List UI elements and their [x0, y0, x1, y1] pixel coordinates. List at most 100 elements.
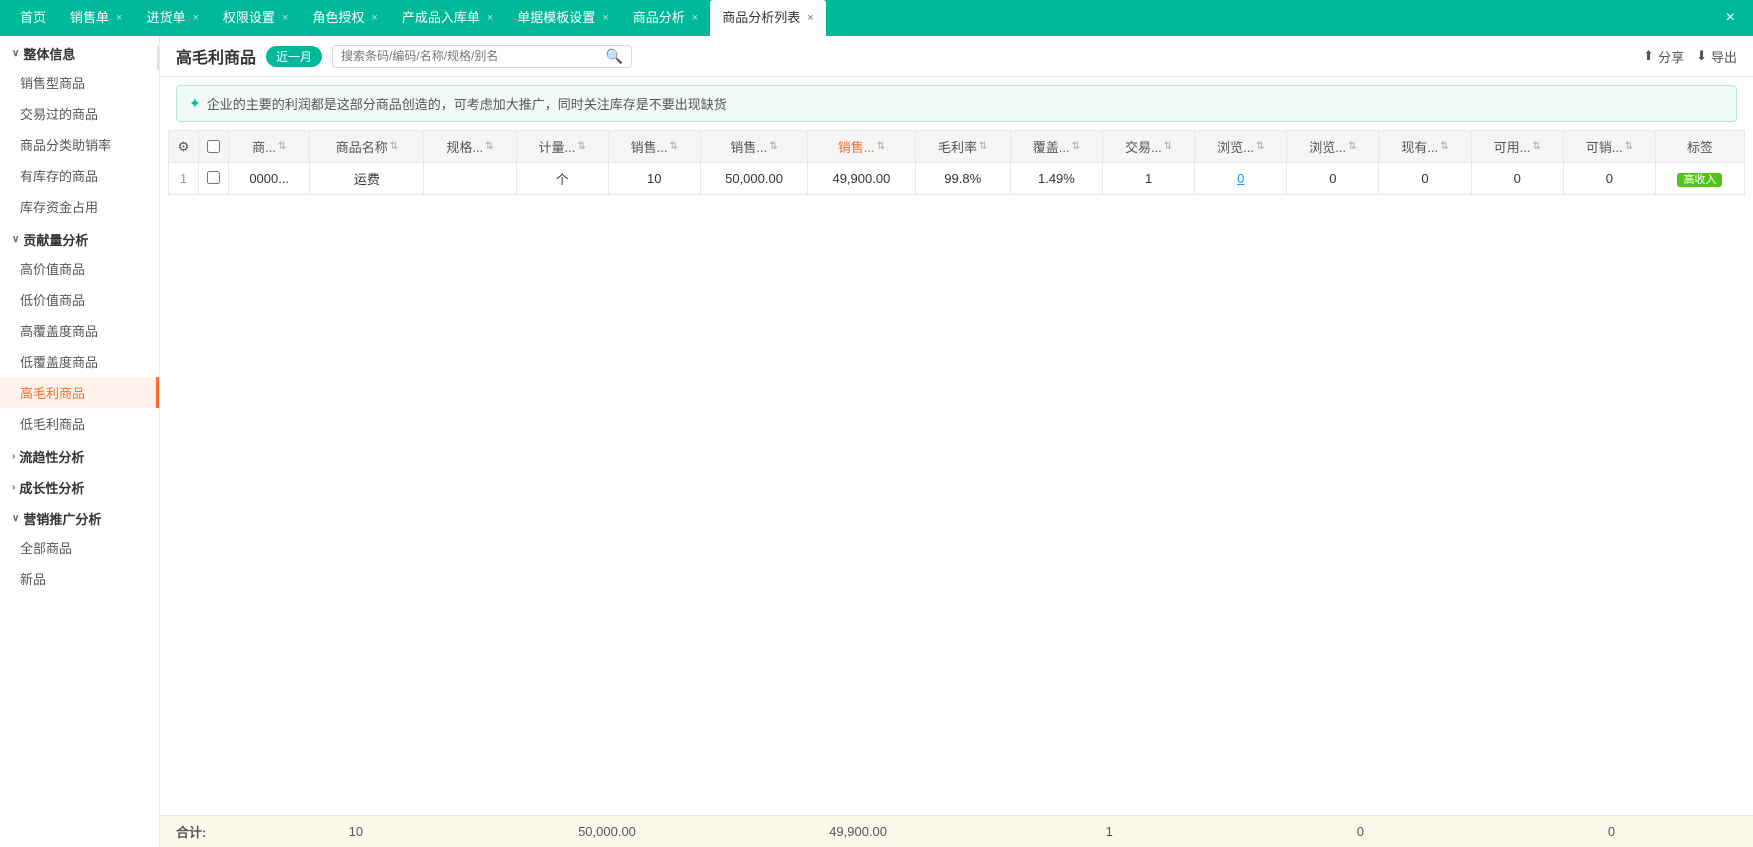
sidebar-group-trend[interactable]: › 流趋性分析	[0, 439, 159, 470]
cell-code: 0000...	[229, 163, 310, 195]
footer-cells: 10 50,000.00 49,900.00 1 0 0	[230, 824, 1737, 839]
sidebar-group-growth[interactable]: › 成长性分析	[0, 470, 159, 501]
th-available[interactable]: 可用... ⇅	[1471, 131, 1563, 163]
nav-analysis-close[interactable]: ×	[692, 0, 698, 36]
th-current[interactable]: 现有... ⇅	[1379, 131, 1471, 163]
sort-coverage-icon[interactable]: ⇅	[1072, 141, 1080, 152]
th-settings[interactable]: ⚙	[169, 131, 199, 163]
nav-role-close[interactable]: ×	[371, 0, 377, 36]
nav-product-in[interactable]: 产成品入库单 ×	[390, 0, 505, 36]
nav-purchase-close[interactable]: ×	[192, 0, 198, 36]
cell-index: 1	[169, 163, 199, 195]
sort-sale-profit-icon[interactable]: ⇅	[877, 141, 885, 152]
sort-tx-icon[interactable]: ⇅	[1164, 141, 1172, 152]
sort-saleable-icon[interactable]: ⇅	[1625, 141, 1633, 152]
search-icon[interactable]: 🔍	[606, 48, 623, 65]
table-row: 1 0000... 运费 个 10 50,000.00 49,900.00 99…	[169, 163, 1745, 195]
cell-saleable: 0	[1563, 163, 1655, 195]
sidebar-item-in-stock[interactable]: 有库存的商品	[0, 160, 159, 191]
footer-bar: 合计: 10 50,000.00 49,900.00 1 0 0	[160, 815, 1753, 847]
nav-sales[interactable]: 销售单 ×	[58, 0, 134, 36]
sidebar-item-all-goods[interactable]: 全部商品	[0, 532, 159, 563]
th-name[interactable]: 商品名称 ⇅	[310, 131, 424, 163]
nav-analysis[interactable]: 商品分析 ×	[621, 0, 710, 36]
sidebar-item-sales-goods[interactable]: 销售型商品	[0, 67, 159, 98]
sort-unit-icon[interactable]: ⇅	[577, 141, 585, 152]
sort-available-icon[interactable]: ⇅	[1532, 141, 1540, 152]
sidebar-item-stock-fund[interactable]: 库存资金占用	[0, 191, 159, 222]
footer-sale-amt: 50,000.00	[481, 824, 732, 839]
nav-analysis-list[interactable]: 商品分析列表 ×	[710, 0, 825, 36]
search-input[interactable]	[341, 49, 602, 63]
nav-role[interactable]: 角色授权 ×	[300, 0, 389, 36]
sort-name-icon[interactable]: ⇅	[390, 141, 398, 152]
cell-unit: 个	[516, 163, 608, 195]
sidebar-item-high-coverage[interactable]: 高覆盖度商品	[0, 315, 159, 346]
th-coverage[interactable]: 覆盖... ⇅	[1010, 131, 1102, 163]
date-filter-button[interactable]: 近一月	[266, 46, 322, 67]
th-tx-count[interactable]: 交易... ⇅	[1103, 131, 1195, 163]
sort-code-icon[interactable]: ⇅	[278, 141, 286, 152]
footer-current: 0	[1486, 824, 1737, 839]
cell-checkbox[interactable]	[199, 163, 229, 195]
th-gross-rate[interactable]: 毛利率 ⇅	[915, 131, 1010, 163]
sort-sale-qty-icon[interactable]: ⇅	[669, 141, 677, 152]
cell-sale-profit: 49,900.00	[808, 163, 915, 195]
window-close-button[interactable]: ×	[1716, 9, 1745, 27]
share-icon: ⬆	[1643, 48, 1654, 64]
footer-browse2: 0	[1235, 824, 1486, 839]
export-button[interactable]: ⬇ 导出	[1696, 47, 1737, 66]
sidebar-group-overall[interactable]: ∨ 整体信息	[0, 36, 159, 67]
content-header: 高毛利商品 近一月 🔍 ⬆ 分享 ⬇ 导出	[160, 36, 1753, 77]
browse1-link[interactable]: 0	[1237, 171, 1244, 186]
nav-analysis-list-close[interactable]: ×	[807, 0, 813, 36]
nav-permission[interactable]: 权限设置 ×	[211, 0, 300, 36]
th-sale-qty[interactable]: 销售... ⇅	[608, 131, 700, 163]
nav-purchase[interactable]: 进货单 ×	[134, 0, 210, 36]
th-code[interactable]: 商... ⇅	[229, 131, 310, 163]
sidebar-group-marketing[interactable]: ∨ 营销推广分析	[0, 501, 159, 532]
share-button[interactable]: ⬆ 分享	[1643, 47, 1684, 66]
sidebar-item-traded-goods[interactable]: 交易过的商品	[0, 98, 159, 129]
footer-total-label: 合计:	[176, 822, 206, 841]
row-checkbox[interactable]	[207, 171, 220, 184]
sort-sale-amt-icon[interactable]: ⇅	[769, 141, 777, 152]
th-browse2[interactable]: 浏览... ⇅	[1287, 131, 1379, 163]
nav-product-in-close[interactable]: ×	[487, 0, 493, 36]
sort-browse2-icon[interactable]: ⇅	[1348, 141, 1356, 152]
sort-spec-icon[interactable]: ⇅	[485, 141, 493, 152]
select-all-checkbox[interactable]	[207, 140, 220, 153]
page-title: 高毛利商品	[176, 44, 256, 68]
nav-template[interactable]: 单据模板设置 ×	[505, 0, 620, 36]
sidebar-item-high-value[interactable]: 高价值商品	[0, 253, 159, 284]
sidebar-group-contribution[interactable]: ∨ 贡献量分析	[0, 222, 159, 253]
cell-browse1[interactable]: 0	[1195, 163, 1287, 195]
th-spec[interactable]: 规格... ⇅	[424, 131, 516, 163]
sort-browse1-icon[interactable]: ⇅	[1256, 141, 1264, 152]
th-tag: 标签	[1655, 131, 1744, 163]
nav-home[interactable]: 首页	[8, 0, 58, 36]
th-sale-profit[interactable]: 销售... ⇅	[808, 131, 915, 163]
nav-sales-close[interactable]: ×	[116, 0, 122, 36]
sidebar-item-low-value[interactable]: 低价值商品	[0, 284, 159, 315]
sidebar-collapse-button[interactable]: 《	[157, 46, 160, 70]
sidebar-item-category-rate[interactable]: 商品分类助销率	[0, 129, 159, 160]
th-checkbox[interactable]	[199, 131, 229, 163]
content-area: 高毛利商品 近一月 🔍 ⬆ 分享 ⬇ 导出 ✦ 企业的主要的利润都是这部分商品创…	[160, 36, 1753, 847]
th-saleable[interactable]: 可销... ⇅	[1563, 131, 1655, 163]
table-container[interactable]: ⚙ 商... ⇅ 商品名称	[160, 130, 1753, 815]
nav-template-close[interactable]: ×	[602, 0, 608, 36]
sidebar: 《 ∨ 整体信息 销售型商品 交易过的商品 商品分类助销率 有库存的商品 库存资…	[0, 36, 160, 847]
th-browse1[interactable]: 浏览... ⇅	[1195, 131, 1287, 163]
th-sale-amt[interactable]: 销售... ⇅	[700, 131, 807, 163]
nav-permission-close[interactable]: ×	[282, 0, 288, 36]
sidebar-item-low-coverage[interactable]: 低覆盖度商品	[0, 346, 159, 377]
th-unit[interactable]: 计量... ⇅	[516, 131, 608, 163]
sort-current-icon[interactable]: ⇅	[1440, 141, 1448, 152]
sidebar-item-high-margin[interactable]: 高毛利商品	[0, 377, 159, 408]
sort-gross-rate-icon[interactable]: ⇅	[979, 141, 987, 152]
sidebar-item-low-margin[interactable]: 低毛利商品	[0, 408, 159, 439]
info-icon: ✦	[189, 95, 201, 112]
chevron-right-icon: ›	[12, 451, 15, 462]
sidebar-item-new-goods[interactable]: 新品	[0, 563, 159, 594]
